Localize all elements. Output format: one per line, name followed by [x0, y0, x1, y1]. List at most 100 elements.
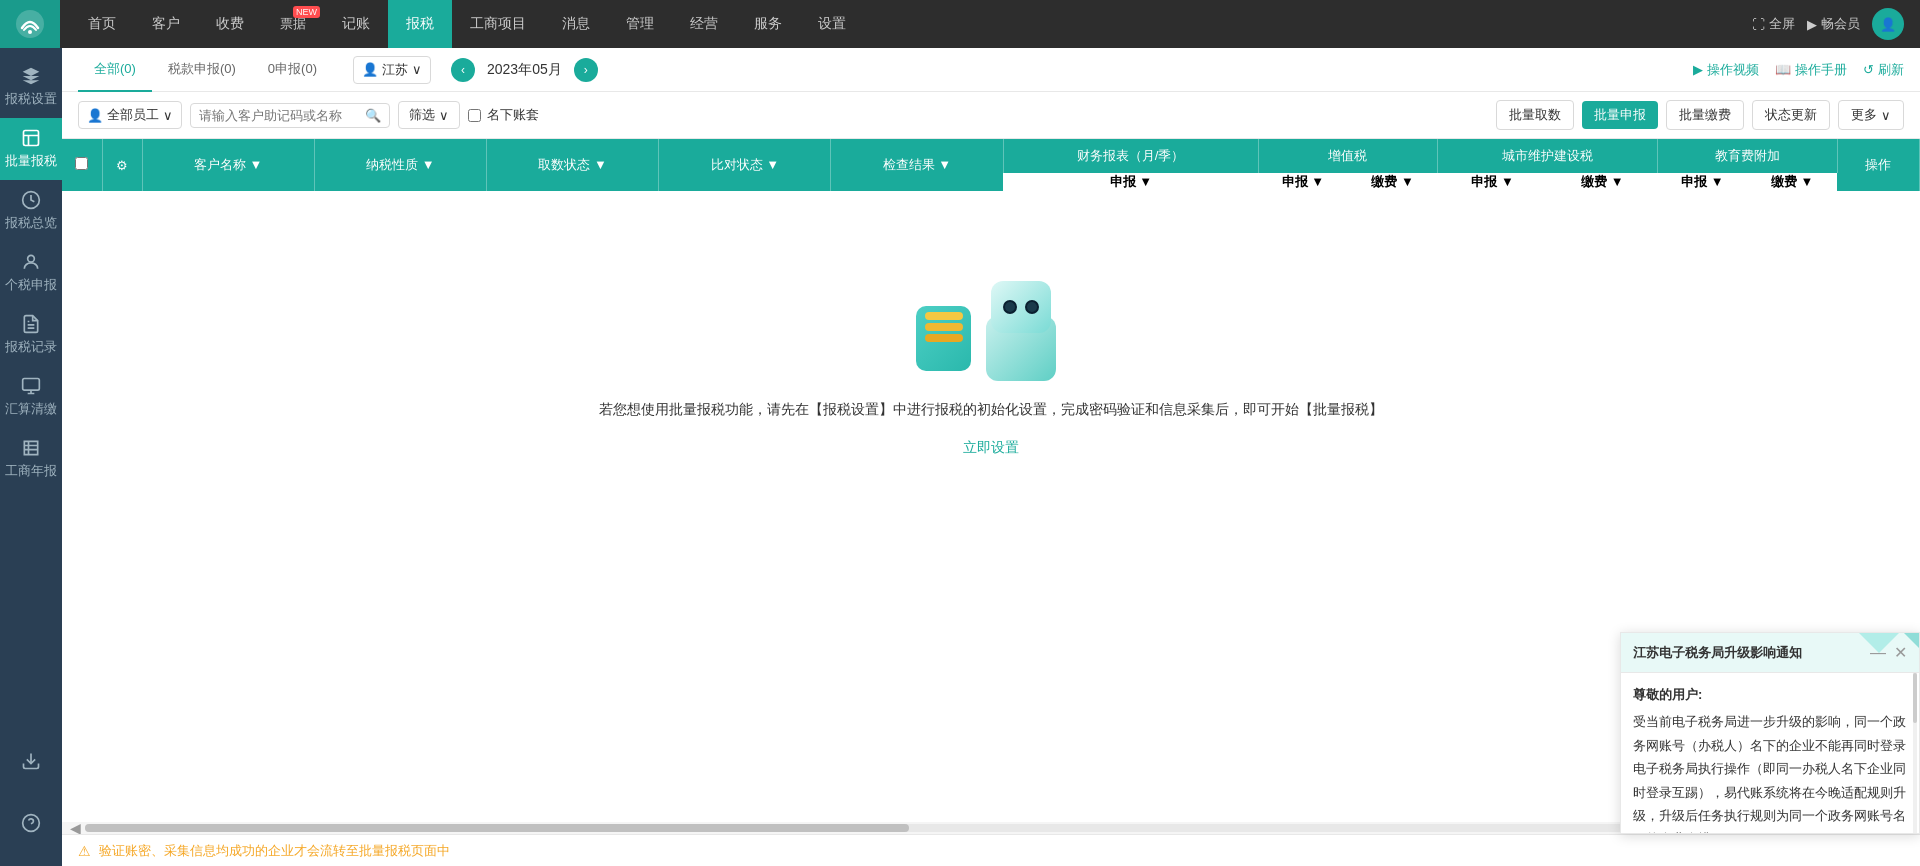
sidebar-item-download[interactable]: [0, 730, 62, 792]
new-badge: NEW: [293, 6, 320, 18]
search-icon[interactable]: 🔍: [365, 108, 381, 123]
nav-settings[interactable]: 设置: [800, 0, 864, 48]
filter-icon-2[interactable]: ▼: [422, 157, 435, 172]
nav-message[interactable]: 消息: [544, 0, 608, 48]
month-prev-btn[interactable]: ‹: [451, 58, 475, 82]
filter-icon-3[interactable]: ▼: [594, 157, 607, 172]
hscroll-thumb[interactable]: [85, 824, 909, 832]
user-avatar[interactable]: 👤: [1872, 8, 1904, 40]
page-top-right-actions: ▶ 操作视频 📖 操作手册 ↺ 刷新: [1693, 61, 1904, 79]
th-customer-name: 客户名称 ▼: [142, 139, 314, 191]
main-layout: 报税设置 批量报税 报税总览 个税申报 报税记录 汇算清缴 工商年报: [0, 48, 1920, 866]
sidebar-item-help[interactable]: [0, 792, 62, 854]
th-vat-declare: 申报 ▼: [1258, 173, 1348, 191]
refresh-action[interactable]: ↺ 刷新: [1863, 61, 1904, 79]
svg-rect-5: [23, 379, 40, 391]
filter-right-actions: 批量取数 批量申报 批量缴费 状态更新 更多 ∨: [1496, 100, 1904, 130]
top-right-actions: ⛶ 全屏 ▶ 畅会员 👤: [1752, 8, 1920, 40]
member-btn[interactable]: ▶ 畅会员: [1807, 15, 1860, 33]
sidebar-item-tax-record[interactable]: 报税记录: [0, 304, 62, 366]
setup-link[interactable]: 立即设置: [963, 439, 1019, 457]
nav-business[interactable]: 工商项目: [452, 0, 544, 48]
th-fetch-status: 取数状态 ▼: [486, 139, 658, 191]
settings-icon[interactable]: ⚙: [116, 158, 128, 173]
batch-declare-btn[interactable]: 批量申报: [1582, 101, 1658, 129]
current-month: 2023年05月: [487, 61, 562, 79]
batch-pay-btn[interactable]: 批量缴费: [1666, 100, 1744, 130]
sidebar-item-settlement[interactable]: 汇算清缴: [0, 366, 62, 428]
month-next-btn[interactable]: ›: [574, 58, 598, 82]
status-update-btn[interactable]: 状态更新: [1752, 100, 1830, 130]
notif-scrollbar: [1913, 673, 1917, 833]
checkbox-label[interactable]: 名下账套: [468, 106, 539, 124]
empty-main-text: 若您想使用批量报税功能，请先在【报税设置】中进行报税的初始化设置，完成密码验证和…: [599, 401, 1383, 419]
tab-nav-bar: 全部(0) 税款申报(0) 0申报(0) 👤 江苏 ∨ ‹ 2023年05: [62, 48, 1920, 92]
more-btn[interactable]: 更多 ∨: [1838, 100, 1904, 130]
notif-scrollbar-thumb[interactable]: [1913, 673, 1917, 723]
nav-home[interactable]: 首页: [70, 0, 134, 48]
nav-customer[interactable]: 客户: [134, 0, 198, 48]
notification-panel: 江苏电子税务局升级影响通知 — ✕ 尊敬的用户: 受当前电子税务局进一步升级的影…: [1620, 632, 1920, 834]
month-nav: ‹ 2023年05月 ›: [451, 58, 598, 82]
bottom-bar: ⚠ 验证账密、采集信息均成功的企业才会流转至批量报税页面中: [62, 834, 1920, 866]
tab-all[interactable]: 全部(0): [78, 48, 152, 92]
accounts-checkbox[interactable]: [468, 109, 481, 122]
notification-text: 受当前电子税务局进一步升级的影响，同一个政务网账号（办税人）名下的企业不能再同时…: [1633, 710, 1907, 833]
th-edu-pay: 缴费 ▼: [1747, 173, 1837, 191]
th-vat-pay: 缴费 ▼: [1348, 173, 1438, 191]
th-checkbox: [62, 139, 102, 191]
fullscreen-btn[interactable]: ⛶ 全屏: [1752, 15, 1795, 33]
data-table: ⚙ 客户名称 ▼ 纳税性质 ▼ 取数状态 ▼ 比对状态 ▼: [62, 139, 1920, 191]
nav-tax[interactable]: 报税: [388, 0, 452, 48]
tab-tax-declare[interactable]: 税款申报(0): [152, 48, 252, 92]
th-edu-tax: 教育费附加: [1657, 139, 1837, 173]
batch-fetch-btn[interactable]: 批量取数: [1496, 100, 1574, 130]
search-input-wrap: 🔍: [190, 103, 390, 128]
logo[interactable]: [0, 0, 60, 48]
notification-greeting: 尊敬的用户:: [1633, 683, 1907, 706]
sidebar-item-personal-tax[interactable]: 个税申报: [0, 242, 62, 304]
nav-manage[interactable]: 管理: [608, 0, 672, 48]
nav-fee[interactable]: 收费: [198, 0, 262, 48]
filter-icon-5[interactable]: ▼: [938, 157, 951, 172]
svg-point-1: [28, 30, 32, 34]
th-financial-report: 财务报表（月/季）: [1003, 139, 1258, 173]
empty-state: 若您想使用批量报税功能，请先在【报税设置】中进行报税的初始化设置，完成密码验证和…: [62, 191, 1920, 497]
sidebar-item-overview[interactable]: 报税总览: [0, 180, 62, 242]
robot-illustration: [916, 251, 1066, 381]
employee-filter[interactable]: 👤 全部员工 ∨: [78, 101, 182, 129]
tab-zero-declare[interactable]: 0申报(0): [252, 48, 333, 92]
video-action[interactable]: ▶ 操作视频: [1693, 61, 1759, 79]
select-all-checkbox[interactable]: [75, 157, 88, 170]
manual-action[interactable]: 📖 操作手册: [1775, 61, 1847, 79]
sidebar-item-batch-tax[interactable]: 批量报税: [0, 118, 62, 180]
search-input[interactable]: [199, 108, 361, 123]
content-area: 全部(0) 税款申报(0) 0申报(0) 👤 江苏 ∨ ‹ 2023年05: [62, 48, 1920, 866]
sidebar-item-annual-report[interactable]: 工商年报: [0, 428, 62, 490]
svg-point-4: [28, 255, 35, 262]
filter-bar: 👤 全部员工 ∨ 🔍 筛选 ∨ 名下账套 批量取数: [62, 92, 1920, 139]
notification-header: 江苏电子税务局升级影响通知 — ✕: [1621, 633, 1919, 673]
sidebar-bottom: [0, 730, 62, 866]
sidebar-item-tax-settings[interactable]: 报税设置: [0, 56, 62, 118]
th-city-tax: 城市维护建设税: [1438, 139, 1658, 173]
screen-btn[interactable]: 筛选 ∨: [398, 101, 460, 129]
province-selector[interactable]: 👤 江苏 ∨: [353, 56, 431, 84]
filter-icon-4[interactable]: ▼: [766, 157, 779, 172]
nav-accounting[interactable]: 记账: [324, 0, 388, 48]
th-vat: 增值税: [1258, 139, 1438, 173]
sidebar: 报税设置 批量报税 报税总览 个税申报 报税记录 汇算清缴 工商年报: [0, 48, 62, 866]
notification-title: 江苏电子税务局升级影响通知: [1633, 644, 1802, 662]
th-city-pay: 缴费 ▼: [1548, 173, 1658, 191]
nav-ticket[interactable]: 票据 NEW: [262, 0, 324, 48]
filter-icon[interactable]: ▼: [249, 157, 262, 172]
svg-rect-2: [24, 131, 39, 146]
top-nav: 首页 客户 收费 票据 NEW 记账 报税 工商项目 消息 管理 经营 服务 设…: [0, 0, 1920, 48]
nav-operation[interactable]: 经营: [672, 0, 736, 48]
nav-service[interactable]: 服务: [736, 0, 800, 48]
th-tax-nature: 纳税性质 ▼: [314, 139, 486, 191]
th-edu-declare: 申报 ▼: [1657, 173, 1747, 191]
th-city-declare: 申报 ▼: [1438, 173, 1548, 191]
th-financial-declare: 申报 ▼: [1003, 173, 1258, 191]
page-header: 全部(0) 税款申报(0) 0申报(0) 👤 江苏 ∨ ‹ 2023年05: [62, 48, 1920, 139]
